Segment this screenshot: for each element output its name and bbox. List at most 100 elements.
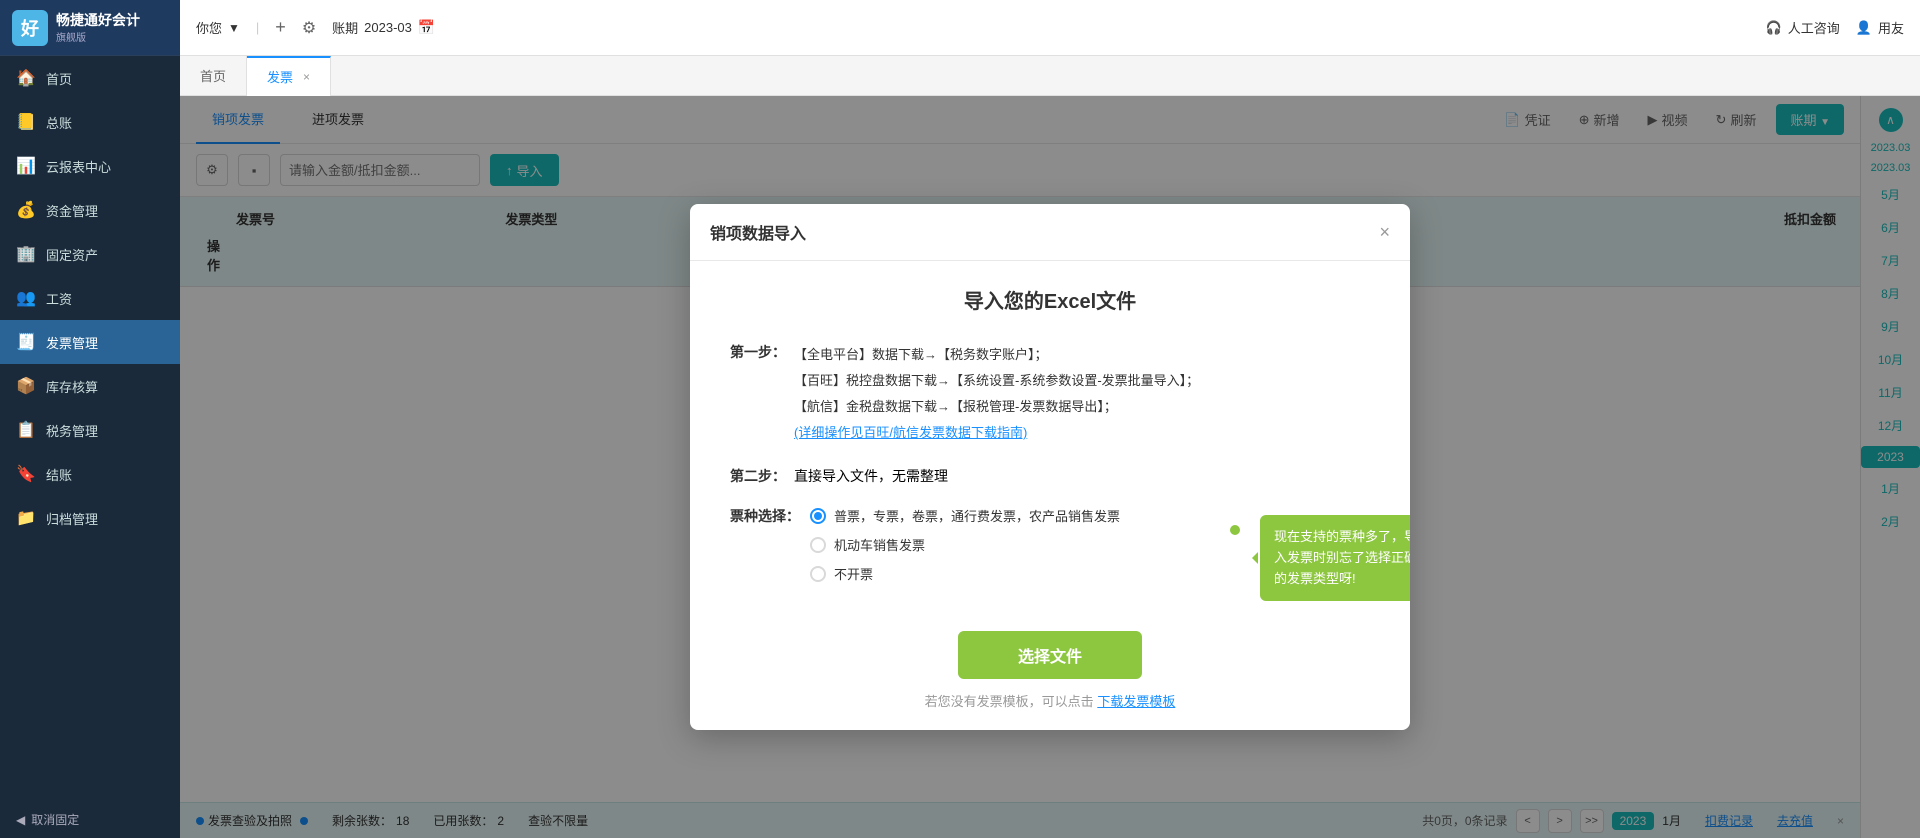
radio-option-3[interactable]: 不开票 (810, 564, 1120, 583)
tab-invoice[interactable]: 发票 × (247, 56, 331, 96)
radio-group-container: 普票，专票，卷票，通行费发票，农产品销售发票 机动车销售发票 (810, 506, 1120, 593)
period-label: 账期 (332, 18, 358, 37)
invoice-icon: 🧾 (16, 332, 36, 352)
user-icon: 👤 (1856, 20, 1872, 36)
step1-link-text: (详细操作见百旺/航信发票数据下载指南) (794, 425, 1027, 440)
tab-invoice-label: 发票 (267, 67, 293, 86)
reports-icon: 📊 (16, 156, 36, 176)
settings-button[interactable]: ⚙ (302, 18, 316, 38)
settlement-icon: 🔖 (16, 464, 36, 484)
sidebar-nav: 🏠 首页 📒 总账 📊 云报表中心 💰 资金管理 🏢 固定资产 👥 工资 (0, 56, 180, 801)
step2-text: 直接导入文件，无需整理 (794, 466, 948, 486)
modal-footer: 选择文件 若您没有发票模板，可以点击 下载发票模板 (690, 623, 1410, 730)
account-selector[interactable]: 你您 ▼ (196, 18, 240, 37)
sidebar-item-label: 总账 (46, 113, 72, 132)
sidebar-item-general-ledger[interactable]: 📒 总账 (0, 100, 180, 144)
sidebar-logo: 好 畅捷通好会计 旗舰版 (0, 0, 180, 56)
add-button[interactable]: + (275, 17, 286, 38)
logo-icon: 好 (12, 10, 48, 46)
select-file-button[interactable]: 选择文件 (958, 631, 1142, 679)
sidebar-item-assets[interactable]: 🏢 固定资产 (0, 232, 180, 276)
radio-1-dot (814, 512, 822, 520)
sidebar-item-archive[interactable]: 📁 归档管理 (0, 496, 180, 540)
topbar: 你您 ▼ | + ⚙ 账期 2023-03 📅 🎧 人工咨询 👤 用友 (180, 0, 1920, 56)
modal-body: 导入您的Excel文件 第一步： 【全电平台】数据下载→【税务数字账户】； 【百… (690, 261, 1410, 623)
import-modal: 销项数据导入 × 导入您的Excel文件 第一步： 【全电平台】数据下载→【税务… (690, 204, 1410, 730)
logo-edition: 旗舰版 (56, 29, 140, 44)
user-menu[interactable]: 👤 用友 (1856, 18, 1904, 37)
radio-option-1[interactable]: 普票，专票，卷票，通行费发票，农产品销售发票 (810, 506, 1120, 525)
step2-label: 第二步： (730, 466, 786, 486)
sidebar-item-label: 结账 (46, 465, 72, 484)
download-template-link[interactable]: 下载发票模板 (1097, 694, 1175, 709)
step1-line1: 【全电平台】数据下载→【税务数字账户】； (794, 342, 1199, 368)
hint-text: 若您没有发票模板，可以点击 (925, 694, 1094, 709)
radio-1-circle (810, 508, 826, 524)
sidebar-item-label: 归档管理 (46, 509, 98, 528)
step-2: 第二步： 直接导入文件，无需整理 (730, 466, 1370, 486)
tax-icon: 📋 (16, 420, 36, 440)
modal-close-button[interactable]: × (1379, 222, 1390, 243)
salary-icon: 👥 (16, 288, 36, 308)
headset-icon: 🎧 (1766, 20, 1782, 36)
sidebar-item-inventory[interactable]: 📦 库存核算 (0, 364, 180, 408)
sidebar-item-label: 发票管理 (46, 333, 98, 352)
radio-2-label: 机动车销售发票 (834, 535, 925, 554)
step1-line3: 【航信】金税盘数据下载→【报税管理-发票数据导出】； (794, 394, 1199, 420)
modal-title: 销项数据导入 (710, 220, 806, 244)
logo-text: 畅捷通好会计 (56, 11, 140, 29)
sidebar-item-label: 首页 (46, 69, 72, 88)
radio-option-2[interactable]: 机动车销售发票 × 现在支持的票种多了，导入发票时别忘了选择正确的发票类型呀! (810, 535, 1120, 554)
radio-2-circle (810, 537, 826, 553)
step1-link[interactable]: (详细操作见百旺/航信发票数据下载指南) (794, 425, 1027, 440)
modal-hint: 若您没有发票模板，可以点击 下载发票模板 (690, 691, 1410, 710)
tooltip-bubble: × 现在支持的票种多了，导入发票时别忘了选择正确的发票类型呀! (1260, 515, 1410, 601)
sidebar-item-salary[interactable]: 👥 工资 (0, 276, 180, 320)
sidebar-item-label: 固定资产 (46, 245, 98, 264)
step1-line2: 【百旺】税控盘数据下载→【系统设置-系统参数设置-发票批量导入】； (794, 368, 1199, 394)
sidebar-item-reports[interactable]: 📊 云报表中心 (0, 144, 180, 188)
consult-button[interactable]: 🎧 人工咨询 (1766, 18, 1840, 37)
archive-icon: 📁 (16, 508, 36, 528)
sidebar-item-label: 资金管理 (46, 201, 98, 220)
radio-section: 票种选择： 普票，专票，卷票，通行费发票，农产品销售发票 (730, 506, 1370, 593)
tooltip-connector: × 现在支持的票种多了，导入发票时别忘了选择正确的发票类型呀! (1230, 525, 1240, 535)
step1-label: 第一步： (730, 342, 786, 446)
sidebar-item-label: 库存核算 (46, 377, 98, 396)
sidebar-item-tax[interactable]: 📋 税务管理 (0, 408, 180, 452)
sidebar-item-invoice[interactable]: 🧾 发票管理 (0, 320, 180, 364)
modal-subtitle: 导入您的Excel文件 (730, 285, 1370, 314)
tab-home-label: 首页 (200, 66, 226, 85)
sidebar-item-settlement[interactable]: 🔖 结账 (0, 452, 180, 496)
unpin-label: 取消固定 (31, 811, 79, 828)
tooltip-text: 现在支持的票种多了，导入发票时别忘了选择正确的发票类型呀! (1274, 529, 1410, 586)
ledger-icon: 📒 (16, 112, 36, 132)
content-area: 销项发票 进项发票 📄 凭证 ⊕ 新增 (180, 96, 1920, 838)
sidebar-item-home[interactable]: 🏠 首页 (0, 56, 180, 100)
inventory-icon: 📦 (16, 376, 36, 396)
radio-1-label: 普票，专票，卷票，通行费发票，农产品销售发票 (834, 506, 1120, 525)
tab-home[interactable]: 首页 (180, 56, 247, 96)
modal-header: 销项数据导入 × (690, 204, 1410, 261)
radio-3-circle (810, 566, 826, 582)
account-dropdown-icon: ▼ (228, 21, 240, 35)
tooltip-dot (1230, 525, 1240, 535)
radio-3-label: 不开票 (834, 564, 873, 583)
funds-icon: 💰 (16, 200, 36, 220)
modal-overlay: 销项数据导入 × 导入您的Excel文件 第一步： 【全电平台】数据下载→【税务… (180, 96, 1920, 838)
sidebar-unpin[interactable]: ◀ 取消固定 (0, 801, 180, 838)
period-value: 2023-03 (364, 20, 412, 35)
unpin-icon: ◀ (16, 813, 25, 827)
tab-close-icon[interactable]: × (303, 70, 310, 84)
tabbar: 首页 发票 × (180, 56, 1920, 96)
step-1: 第一步： 【全电平台】数据下载→【税务数字账户】； 【百旺】税控盘数据下载→【系… (730, 342, 1370, 446)
radio-label: 票种选择： (730, 506, 802, 526)
consult-label: 人工咨询 (1788, 18, 1840, 37)
calendar-icon[interactable]: 📅 (418, 19, 435, 36)
sidebar-item-funds[interactable]: 💰 资金管理 (0, 188, 180, 232)
sidebar-item-label: 云报表中心 (46, 157, 111, 176)
sidebar-item-label: 税务管理 (46, 421, 98, 440)
user-label: 用友 (1878, 18, 1904, 37)
home-icon: 🏠 (16, 68, 36, 88)
sidebar-item-label: 工资 (46, 289, 72, 308)
